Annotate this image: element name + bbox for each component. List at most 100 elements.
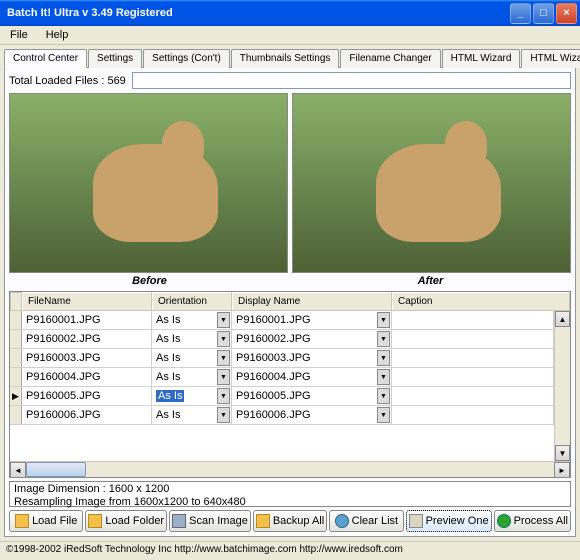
tab-strip: Control Center Settings Settings (Con't)… (0, 45, 580, 67)
table-body: P9160001.JPG As Is ▼ P9160001.JPG ▼ P91600… (10, 311, 554, 461)
scroll-thumb[interactable] (26, 462, 86, 477)
displayname-dropdown-icon[interactable]: ▼ (377, 350, 390, 366)
cell-filename: P9160001.JPG (26, 314, 101, 326)
cell-displayname: P9160004.JPG (236, 371, 311, 383)
tab-settings-cont[interactable]: Settings (Con't) (143, 49, 230, 68)
table-row[interactable]: P9160002.JPG As Is▼ P9160002.JPG▼ (10, 330, 554, 349)
loaded-bar: Total Loaded Files : 569 (9, 72, 571, 89)
cell-displayname: P9160005.JPG (236, 390, 311, 402)
folder-open-icon (15, 514, 29, 528)
row-marker (10, 406, 22, 424)
table-row[interactable]: P9160003.JPG As Is ▼ P9160003.JPG ▼ (10, 349, 554, 368)
window-title: Batch It! Ultra v 3.49 Registered (3, 7, 508, 19)
row-marker (10, 311, 22, 329)
horizontal-scrollbar[interactable]: ◄ ► (10, 461, 570, 477)
cell-filename: P9160004.JPG (26, 371, 101, 383)
scanner-icon (172, 514, 186, 528)
cell-orientation: As Is (156, 314, 180, 326)
menu-bar: File Help (0, 26, 580, 45)
load-file-button[interactable]: Load File (9, 510, 83, 532)
preview-before (9, 93, 288, 273)
close-button[interactable]: × (556, 3, 577, 24)
table-row[interactable]: P9160006.JPG As Is ▼ P9160006.JPG ▼ (10, 406, 554, 425)
table-row[interactable]: P9160001.JPG As Is ▼ P9160001.JPG ▼ (10, 311, 554, 330)
col-filename[interactable]: FileName (22, 292, 152, 311)
preview-labels: Before After (9, 275, 571, 287)
row-marker (10, 349, 22, 367)
footer: ©1998-2002 iRedSoft Technology Inc http:… (0, 541, 580, 557)
table-body-wrap: P9160001.JPG As Is ▼ P9160001.JPG ▼ P91600… (10, 311, 570, 461)
backup-all-button[interactable]: Backup All (253, 510, 327, 532)
scroll-down-icon[interactable]: ▼ (555, 445, 570, 461)
row-marker-current: ▶ (10, 387, 22, 405)
displayname-dropdown-icon[interactable]: ▼ (377, 388, 390, 404)
tab-html-wizard-cont[interactable]: HTML Wizard (Con't) (521, 49, 580, 68)
menu-help[interactable]: Help (42, 28, 73, 42)
orientation-dropdown-icon[interactable]: ▼ (217, 369, 230, 385)
tab-html-wizard[interactable]: HTML Wizard (442, 49, 521, 68)
scan-image-button[interactable]: Scan Image (169, 510, 251, 532)
orientation-dropdown-icon[interactable]: ▼ (217, 331, 230, 347)
cell-displayname: P9160006.JPG (236, 409, 311, 421)
cell-filename: P9160006.JPG (26, 409, 101, 421)
orientation-dropdown-icon[interactable]: ▼ (217, 407, 230, 423)
orientation-dropdown-icon[interactable]: ▼ (217, 312, 230, 328)
col-displayname[interactable]: Display Name (232, 292, 392, 311)
displayname-dropdown-icon[interactable]: ▼ (377, 331, 390, 347)
table-row[interactable]: P9160004.JPG As Is ▼ P9160004.JPG ▼ (10, 368, 554, 387)
orientation-dropdown-icon[interactable]: ▼ (217, 388, 230, 404)
vertical-scrollbar[interactable]: ▲ ▼ (554, 311, 570, 461)
preview-one-button[interactable]: Preview One (406, 510, 492, 532)
minimize-button[interactable]: _ (510, 3, 531, 24)
before-image (10, 94, 287, 272)
tab-filename-changer[interactable]: Filename Changer (340, 49, 440, 68)
loaded-input[interactable] (132, 72, 571, 89)
cell-filename: P9160005.JPG (26, 390, 101, 402)
clear-list-button[interactable]: Clear List (329, 510, 403, 532)
status-line1: Image Dimension : 1600 x 1200 (14, 483, 566, 496)
cell-displayname: P9160001.JPG (236, 314, 311, 326)
tab-control-center[interactable]: Control Center (4, 49, 87, 68)
maximize-button[interactable]: □ (533, 3, 554, 24)
status-box: Image Dimension : 1600 x 1200 Resampling… (9, 481, 571, 507)
scroll-right-icon[interactable]: ► (554, 462, 570, 478)
cell-displayname: P9160002.JPG (236, 333, 311, 345)
cell-filename: P9160003.JPG (26, 352, 101, 364)
after-label: After (290, 275, 571, 287)
cell-orientation-selected: As Is (156, 390, 184, 402)
cell-orientation: As Is (156, 352, 180, 364)
cell-orientation: As Is (156, 333, 180, 345)
scroll-up-icon[interactable]: ▲ (555, 311, 570, 327)
scroll-left-icon[interactable]: ◄ (10, 462, 26, 478)
title-bar: Batch It! Ultra v 3.49 Registered _ □ × (0, 0, 580, 26)
tab-thumbnails[interactable]: Thumbnails Settings (231, 49, 340, 68)
displayname-dropdown-icon[interactable]: ▼ (377, 312, 390, 328)
row-marker-header (10, 292, 22, 311)
after-image (293, 94, 570, 272)
table-header: FileName Orientation Display Name Captio… (10, 292, 570, 311)
button-bar: Load File Load Folder Scan Image Backup … (9, 510, 571, 532)
load-folder-button[interactable]: Load Folder (85, 510, 167, 532)
backup-icon (256, 514, 270, 528)
menu-file[interactable]: File (6, 28, 32, 42)
process-icon (497, 514, 511, 528)
file-table: FileName Orientation Display Name Captio… (9, 291, 571, 478)
process-all-button[interactable]: Process All (494, 510, 571, 532)
orientation-dropdown-icon[interactable]: ▼ (217, 350, 230, 366)
cell-orientation: As Is (156, 371, 180, 383)
status-line2: Resampling Image from 1600x1200 to 640x4… (14, 496, 566, 509)
total-loaded-label: Total Loaded Files : 569 (9, 75, 126, 87)
scroll-track[interactable] (26, 462, 554, 477)
tab-settings[interactable]: Settings (88, 49, 142, 68)
table-row[interactable]: ▶ P9160005.JPG As Is ▼ P9160005.JPG ▼ (10, 387, 554, 406)
before-label: Before (9, 275, 290, 287)
row-marker (10, 330, 22, 348)
col-caption[interactable]: Caption (392, 292, 570, 311)
col-orientation[interactable]: Orientation (152, 292, 232, 311)
displayname-dropdown-icon[interactable]: ▼ (377, 369, 390, 385)
cell-displayname: P9160003.JPG (236, 352, 311, 364)
displayname-dropdown-icon[interactable]: ▼ (377, 407, 390, 423)
folder-icon (88, 514, 102, 528)
row-marker (10, 368, 22, 386)
cell-orientation: As Is (156, 409, 180, 421)
